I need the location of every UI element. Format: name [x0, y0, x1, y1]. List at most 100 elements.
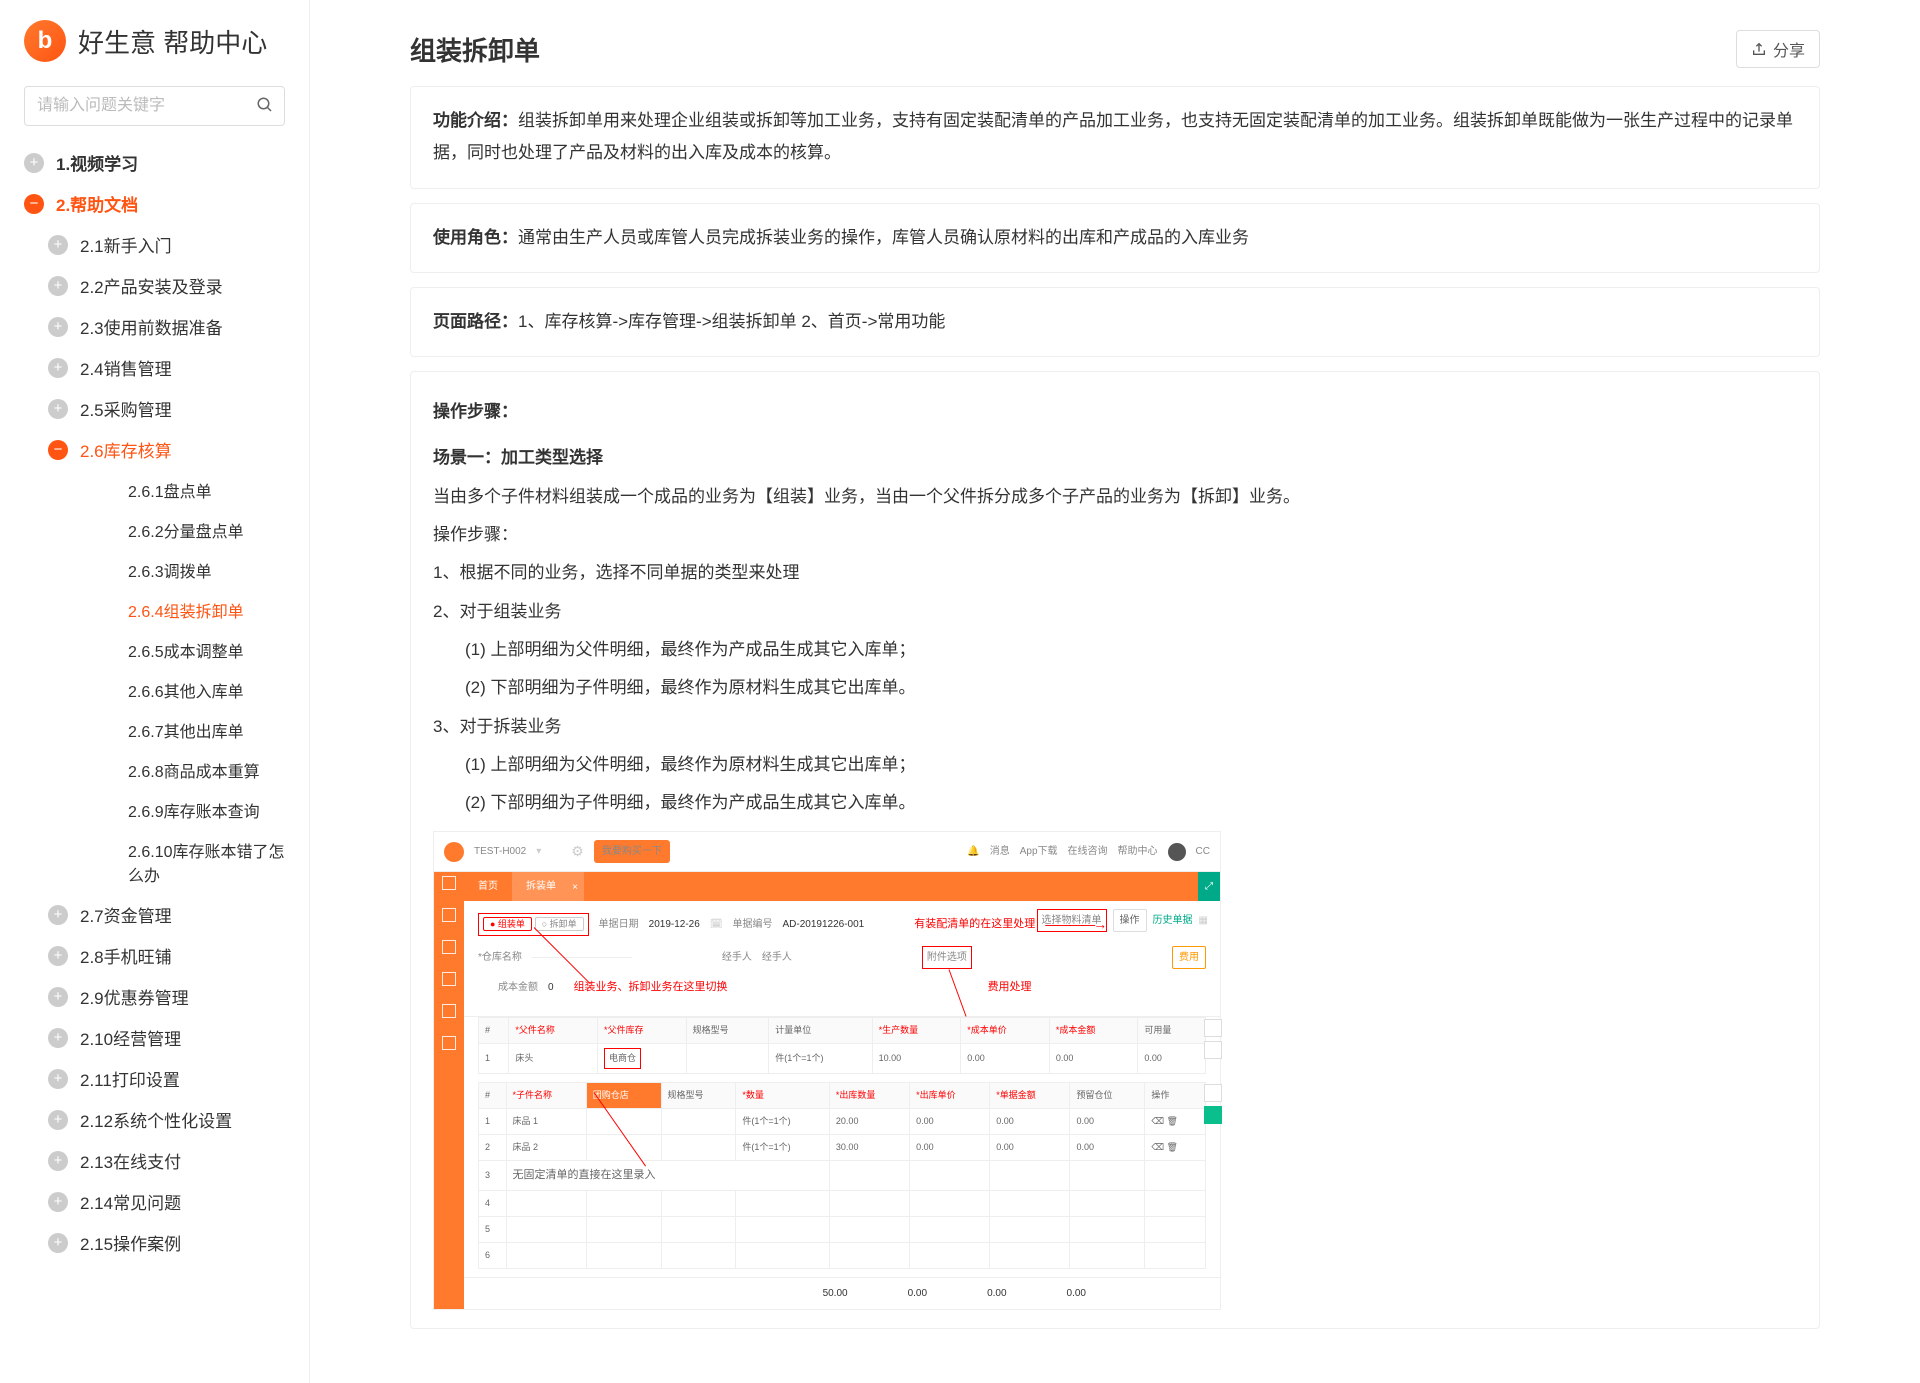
- nav-2-13[interactable]: +2.13在线支付: [48, 1140, 285, 1181]
- plus-icon: +: [48, 905, 68, 925]
- ss-avatar-icon: [1168, 843, 1186, 861]
- minus-icon: −: [48, 440, 68, 460]
- nav-2-7[interactable]: +2.7资金管理: [48, 894, 285, 935]
- box-icon: [442, 972, 456, 986]
- scene1-title: 场景一：加工类型选择: [433, 442, 1797, 474]
- step-3-2: (2) 下部明细为子件明细，最终作为产成品生成其它入库单。: [465, 787, 1797, 819]
- ss-side-icons: [1204, 1019, 1222, 1059]
- search-input[interactable]: [24, 86, 285, 126]
- icon-d: [1204, 1106, 1222, 1124]
- plus-icon: +: [48, 317, 68, 337]
- ss-date: 2019-12-26: [649, 915, 700, 934]
- nav-2-1[interactable]: +2.1新手入门: [48, 224, 285, 265]
- ss-topbar: TEST-H002 ▾ ⚙ 我要购买一下 🔔 消息 App下载 在线咨询 帮助中…: [434, 832, 1220, 872]
- logo-text: 好生意 帮助中心: [78, 23, 267, 60]
- nav-2-6-5[interactable]: 2.6.5成本调整单: [72, 630, 285, 670]
- share-icon: [1751, 41, 1767, 57]
- minus-icon: −: [24, 194, 44, 214]
- cart-icon: [442, 940, 456, 954]
- embedded-screenshot: TEST-H002 ▾ ⚙ 我要购买一下 🔔 消息 App下载 在线咨询 帮助中…: [433, 831, 1221, 1310]
- calendar-icon: 🗓: [710, 915, 723, 934]
- nav-2-6-10[interactable]: 2.6.10库存账本错了怎么办: [72, 830, 285, 894]
- ss-anno-haslist: 有装配清单的在这里处理: [914, 914, 1035, 935]
- nav-2-9[interactable]: +2.9优惠券管理: [48, 976, 285, 1017]
- ss-help: 帮助中心: [1118, 842, 1158, 861]
- ss-online: 在线咨询: [1068, 842, 1108, 861]
- ss-grid-icon: ▦: [1199, 911, 1208, 930]
- intro-label: 功能介绍：: [433, 111, 518, 130]
- step-2-2: (2) 下部明细为子件明细，最终作为原材料生成其它出库单。: [465, 672, 1797, 704]
- share-button[interactable]: 分享: [1736, 30, 1820, 68]
- ss-action-button: 操作: [1113, 909, 1147, 932]
- intro-card: 功能介绍：组装拆卸单用来处理企业组装或拆卸等加工业务，支持有固定装配清单的产品加…: [410, 86, 1820, 189]
- ss-tab-doc: 拆装单×: [512, 872, 584, 901]
- path-text: 1、库存核算->库存管理->组装拆卸单 2、首页->常用功能: [518, 312, 945, 331]
- nav-2-6-2[interactable]: 2.6.2分量盘点单: [72, 510, 285, 550]
- ss-anno-fee: 费用处理: [988, 977, 1032, 998]
- ss-history-button: 历史单据: [1153, 911, 1193, 930]
- nav-2-8[interactable]: +2.8手机旺铺: [48, 935, 285, 976]
- scene1-desc: 当由多个子件材料组装成一个成品的业务为【组装】业务，当由一个父件拆分成多个子产品…: [433, 481, 1797, 513]
- plus-icon: +: [48, 1110, 68, 1130]
- plus-icon: +: [48, 987, 68, 1007]
- ss-fee-button: 费用: [1172, 946, 1206, 969]
- steps-card: 操作步骤： 场景一：加工类型选择 当由多个子件材料组装成一个成品的业务为【组装】…: [410, 371, 1820, 1329]
- plus-icon: +: [48, 235, 68, 255]
- plus-icon: +: [24, 153, 44, 173]
- ss-bell-icon: 🔔: [967, 842, 979, 861]
- logo: b 好生意 帮助中心: [24, 20, 285, 62]
- ss-footer: 50.00 0.00 0.00 0.00: [464, 1277, 1220, 1309]
- plus-icon: +: [48, 399, 68, 419]
- nav-2-6-7[interactable]: 2.6.7其他出库单: [72, 710, 285, 750]
- nav-2-4[interactable]: +2.4销售管理: [48, 347, 285, 388]
- nav-2-6[interactable]: −2.6库存核算: [48, 429, 285, 470]
- ss-msg: 消息: [990, 842, 1010, 861]
- nav-2-6-8[interactable]: 2.6.8商品成本重算: [72, 750, 285, 790]
- search-button[interactable]: [253, 94, 277, 118]
- nav-2-2[interactable]: +2.2产品安装及登录: [48, 265, 285, 306]
- plus-icon: +: [48, 358, 68, 378]
- icon-a: [1204, 1019, 1222, 1037]
- search-icon: [256, 96, 274, 114]
- logo-icon: b: [24, 20, 66, 62]
- nav-2-6-3[interactable]: 2.6.3调拨单: [72, 550, 285, 590]
- step-2: 2、对于组装业务: [433, 596, 1797, 628]
- sidebar: b 好生意 帮助中心 +1.视频学习 −2.帮助文档 +2.1新手入门 +2.2…: [0, 0, 310, 1383]
- nav-help-docs[interactable]: −2.帮助文档: [24, 183, 285, 224]
- icon-c: [1204, 1084, 1222, 1102]
- ss-user: CC: [1196, 842, 1210, 861]
- path-label: 页面路径：: [433, 312, 518, 331]
- nav-2-11[interactable]: +2.11打印设置: [48, 1058, 285, 1099]
- plus-icon: +: [48, 276, 68, 296]
- ss-parent-table: #*父件名称*父件库存规格型号计量单位*生产数量*成本单价*成本金额可用量 1床…: [478, 1017, 1206, 1074]
- step-2-1: (1) 上部明细为父件明细，最终作为产成品生成其它入库单；: [465, 634, 1797, 666]
- nav-2-6-1[interactable]: 2.6.1盘点单: [72, 470, 285, 510]
- chart-icon: [442, 1004, 456, 1018]
- steps-title: 操作步骤：: [433, 396, 1797, 428]
- nav-2-12[interactable]: +2.12系统个性化设置: [48, 1099, 285, 1140]
- setting-icon: [442, 1036, 456, 1050]
- intro-text: 组装拆卸单用来处理企业组装或拆卸等加工业务，支持有固定装配清单的产品加工业务，也…: [433, 111, 1793, 162]
- nav-2-6-6[interactable]: 2.6.6其他入库单: [72, 670, 285, 710]
- nav-2-15[interactable]: +2.15操作案例: [48, 1222, 285, 1263]
- home-icon: [442, 876, 456, 890]
- nav-2-14[interactable]: +2.14常见问题: [48, 1181, 285, 1222]
- nav-2-5[interactable]: +2.5采购管理: [48, 388, 285, 429]
- nav-video-learning[interactable]: +1.视频学习: [24, 142, 285, 183]
- step-1: 1、根据不同的业务，选择不同单据的类型来处理: [433, 557, 1797, 589]
- ss-app: App下载: [1020, 842, 1058, 861]
- ss-form: 选择物料清单 操作 历史单据 ▦ ● 组装单 ○ 拆卸单 单据日期 2019-1…: [464, 901, 1220, 1016]
- ss-company: TEST-H002: [474, 842, 526, 861]
- plus-icon: +: [48, 946, 68, 966]
- ss-child-table: #*子件名称团购仓店规格型号*数量*出库数量*出库单价*单据金额预留仓位操作 1…: [478, 1082, 1206, 1269]
- plus-icon: +: [48, 1233, 68, 1253]
- nav-2-6-4[interactable]: 2.6.4组装拆卸单: [72, 590, 285, 630]
- nav-2-10[interactable]: +2.10经营管理: [48, 1017, 285, 1058]
- ss-expand-icon: ⤢: [1198, 872, 1220, 901]
- gear-icon: ⚙: [571, 838, 584, 865]
- nav-list: +1.视频学习 −2.帮助文档 +2.1新手入门 +2.2产品安装及登录 +2.…: [24, 142, 285, 1263]
- ss-tabs: 首页 拆装单× ⤢: [464, 872, 1220, 901]
- nav-2-3[interactable]: +2.3使用前数据准备: [48, 306, 285, 347]
- nav-2-6-9[interactable]: 2.6.9库存账本查询: [72, 790, 285, 830]
- doc-icon: [442, 908, 456, 922]
